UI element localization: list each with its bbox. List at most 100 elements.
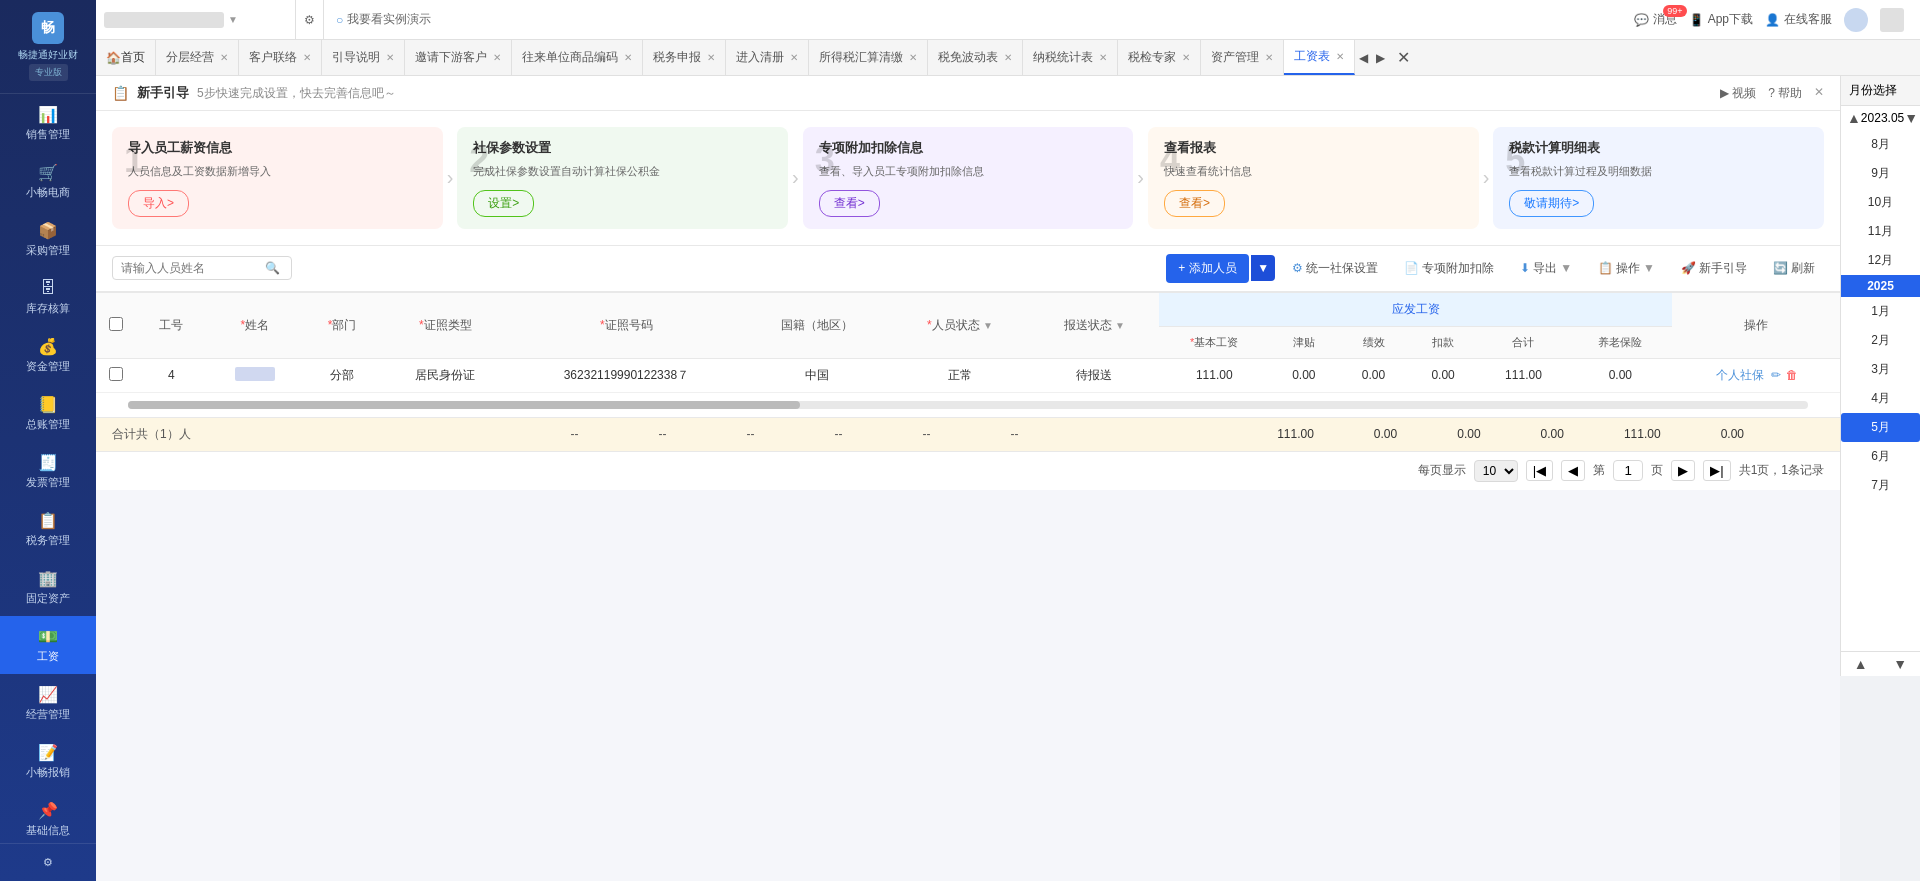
tab-invite[interactable]: 邀请下游客户 ✕ xyxy=(405,40,512,75)
tab-tax-report[interactable]: 税务申报 ✕ xyxy=(643,40,726,75)
month-item-9[interactable]: 9月 xyxy=(1841,159,1920,188)
sidebar-item-tax[interactable]: 📋 税务管理 xyxy=(0,500,96,558)
month-item-7[interactable]: 7月 xyxy=(1841,471,1920,500)
tab-next-button[interactable]: ▶ xyxy=(1372,40,1389,75)
sidebar-item-salary[interactable]: 💵 工资 xyxy=(0,616,96,674)
sidebar-item-invoice[interactable]: 🧾 发票管理 xyxy=(0,442,96,500)
month-item-11[interactable]: 11月 xyxy=(1841,217,1920,246)
step-3-button[interactable]: 查看> xyxy=(819,190,880,217)
newguide-button[interactable]: 🚀 新手引导 xyxy=(1672,255,1756,282)
table-scroll-bar[interactable] xyxy=(128,401,1808,409)
add-person-dropdown-button[interactable]: ▼ xyxy=(1251,255,1275,281)
tab-tax-stat[interactable]: 纳税统计表 ✕ xyxy=(1023,40,1118,75)
sidebar-item-basic[interactable]: 📌 基础信息 xyxy=(0,790,96,843)
sidebar-item-purchase[interactable]: 📦 采购管理 xyxy=(0,210,96,268)
sidebar-item-xiaochang[interactable]: 🛒 小畅电商 xyxy=(0,152,96,210)
month-item-5-active[interactable]: 5月 xyxy=(1841,413,1920,442)
edit-button[interactable]: ✏ xyxy=(1771,368,1781,382)
tab-segment[interactable]: 分层经营 ✕ xyxy=(156,40,239,75)
message-button[interactable]: 💬 消息 99+ xyxy=(1634,11,1677,28)
social-settings-button[interactable]: ⚙ 统一社保设置 xyxy=(1283,255,1387,282)
tab-asset-close[interactable]: ✕ xyxy=(1265,52,1273,63)
refresh-button[interactable]: 🔄 刷新 xyxy=(1764,255,1824,282)
tab-tax-expert[interactable]: 税检专家 ✕ xyxy=(1118,40,1201,75)
tab-invite-close[interactable]: ✕ xyxy=(493,52,501,63)
step-4-button[interactable]: 查看> xyxy=(1164,190,1225,217)
guide-close-button[interactable]: ✕ xyxy=(1814,85,1824,102)
row-checkbox[interactable] xyxy=(109,367,123,381)
month-item-8[interactable]: 8月 xyxy=(1841,130,1920,159)
tab-salary[interactable]: 工资表 ✕ xyxy=(1284,40,1355,75)
tab-segment-close[interactable]: ✕ xyxy=(220,52,228,63)
export-button[interactable]: ⬇ 导出 ▼ xyxy=(1511,255,1581,282)
step-5-button[interactable]: 敬请期待> xyxy=(1509,190,1594,217)
status-filter-icon[interactable]: ▼ xyxy=(983,320,993,331)
step-2-button[interactable]: 设置> xyxy=(473,190,534,217)
online-service-button[interactable]: 👤 在线客服 xyxy=(1765,11,1832,28)
tab-home[interactable]: 🏠 首页 xyxy=(96,40,156,75)
add-person-button[interactable]: + 添加人员 xyxy=(1166,254,1249,283)
month-item-1[interactable]: 1月 xyxy=(1841,297,1920,326)
special-deduction-button[interactable]: 📄 专项附加扣除 xyxy=(1395,255,1503,282)
operate-button[interactable]: 📋 操作 ▼ xyxy=(1589,255,1664,282)
app-logo-icon[interactable]: 畅 xyxy=(32,12,64,44)
tab-clearance-close[interactable]: ✕ xyxy=(790,52,798,63)
month-item-2[interactable]: 2月 xyxy=(1841,326,1920,355)
tab-tax-exempt-close[interactable]: ✕ xyxy=(1004,52,1012,63)
month-item-12[interactable]: 12月 xyxy=(1841,246,1920,275)
guide-help-button[interactable]: ? 帮助 xyxy=(1768,85,1802,102)
table-scroll-thumb[interactable] xyxy=(128,401,800,409)
personal-insurance-button[interactable]: 个人社保 xyxy=(1716,368,1764,382)
sidebar-item-finance[interactable]: 💰 资金管理 xyxy=(0,326,96,384)
tab-tax-calc-close[interactable]: ✕ xyxy=(909,52,917,63)
sidebar-item-fixed[interactable]: 🏢 固定资产 xyxy=(0,558,96,616)
tab-guide-close[interactable]: ✕ xyxy=(386,52,394,63)
header-settings-button[interactable]: ⚙ xyxy=(296,0,324,39)
prev-page-button[interactable]: ◀ xyxy=(1561,460,1585,481)
sidebar-item-report[interactable]: 📝 小畅报销 xyxy=(0,732,96,790)
tab-product-code[interactable]: 往来单位商品编码 ✕ xyxy=(512,40,643,75)
tab-clearance[interactable]: 进入清册 ✕ xyxy=(726,40,809,75)
report-status-filter-icon[interactable]: ▼ xyxy=(1115,320,1125,331)
tab-tax-calc[interactable]: 所得税汇算清缴 ✕ xyxy=(809,40,928,75)
step-1-button[interactable]: 导入> xyxy=(128,190,189,217)
sidebar-item-operation[interactable]: 📈 经营管理 xyxy=(0,674,96,732)
sidebar-item-inventory[interactable]: 🗄 库存核算 xyxy=(0,268,96,326)
month-item-4[interactable]: 4月 xyxy=(1841,384,1920,413)
month-next-button[interactable]: ▼ xyxy=(1904,110,1918,126)
tab-tax-report-close[interactable]: ✕ xyxy=(707,52,715,63)
tab-asset[interactable]: 资产管理 ✕ xyxy=(1201,40,1284,75)
tab-prev-button[interactable]: ◀ xyxy=(1355,40,1372,75)
app-download-button[interactable]: 📱 App下载 xyxy=(1689,11,1753,28)
user-menu[interactable] xyxy=(1880,8,1904,32)
tab-customer-close[interactable]: ✕ xyxy=(303,52,311,63)
month-scroll-down-button[interactable]: ▼ xyxy=(1893,656,1907,672)
month-item-3[interactable]: 3月 xyxy=(1841,355,1920,384)
sidebar-item-ledger[interactable]: 📒 总账管理 xyxy=(0,384,96,442)
tab-salary-close[interactable]: ✕ xyxy=(1336,51,1344,62)
delete-button[interactable]: 🗑 xyxy=(1786,368,1798,382)
next-page-button[interactable]: ▶ xyxy=(1671,460,1695,481)
last-page-button[interactable]: ▶| xyxy=(1703,460,1730,481)
month-item-10[interactable]: 10月 xyxy=(1841,188,1920,217)
tab-customer[interactable]: 客户联络 ✕ xyxy=(239,40,322,75)
month-item-6[interactable]: 6月 xyxy=(1841,442,1920,471)
demo-button[interactable]: ○ 我要看实例演示 xyxy=(324,11,1618,28)
user-avatar[interactable] xyxy=(1844,8,1868,32)
month-scroll-up-button[interactable]: ▲ xyxy=(1854,656,1868,672)
page-number-input[interactable] xyxy=(1613,460,1643,481)
account-selector[interactable]: ▼ xyxy=(96,0,296,39)
page-size-select[interactable]: 10 20 50 xyxy=(1474,460,1518,482)
select-all-checkbox[interactable] xyxy=(109,317,123,331)
tab-tax-expert-close[interactable]: ✕ xyxy=(1182,52,1190,63)
search-input[interactable] xyxy=(121,261,261,275)
sidebar-settings[interactable]: ⚙ xyxy=(0,843,96,881)
search-icon[interactable]: 🔍 xyxy=(265,261,280,275)
sidebar-item-sales[interactable]: 📊 销售管理 xyxy=(0,94,96,152)
tab-tax-exempt[interactable]: 税免波动表 ✕ xyxy=(928,40,1023,75)
tab-close-all-button[interactable]: ✕ xyxy=(1389,48,1418,67)
month-prev-button[interactable]: ▲ xyxy=(1847,110,1861,126)
tab-product-code-close[interactable]: ✕ xyxy=(624,52,632,63)
search-box[interactable]: 🔍 xyxy=(112,256,292,280)
tab-guide[interactable]: 引导说明 ✕ xyxy=(322,40,405,75)
